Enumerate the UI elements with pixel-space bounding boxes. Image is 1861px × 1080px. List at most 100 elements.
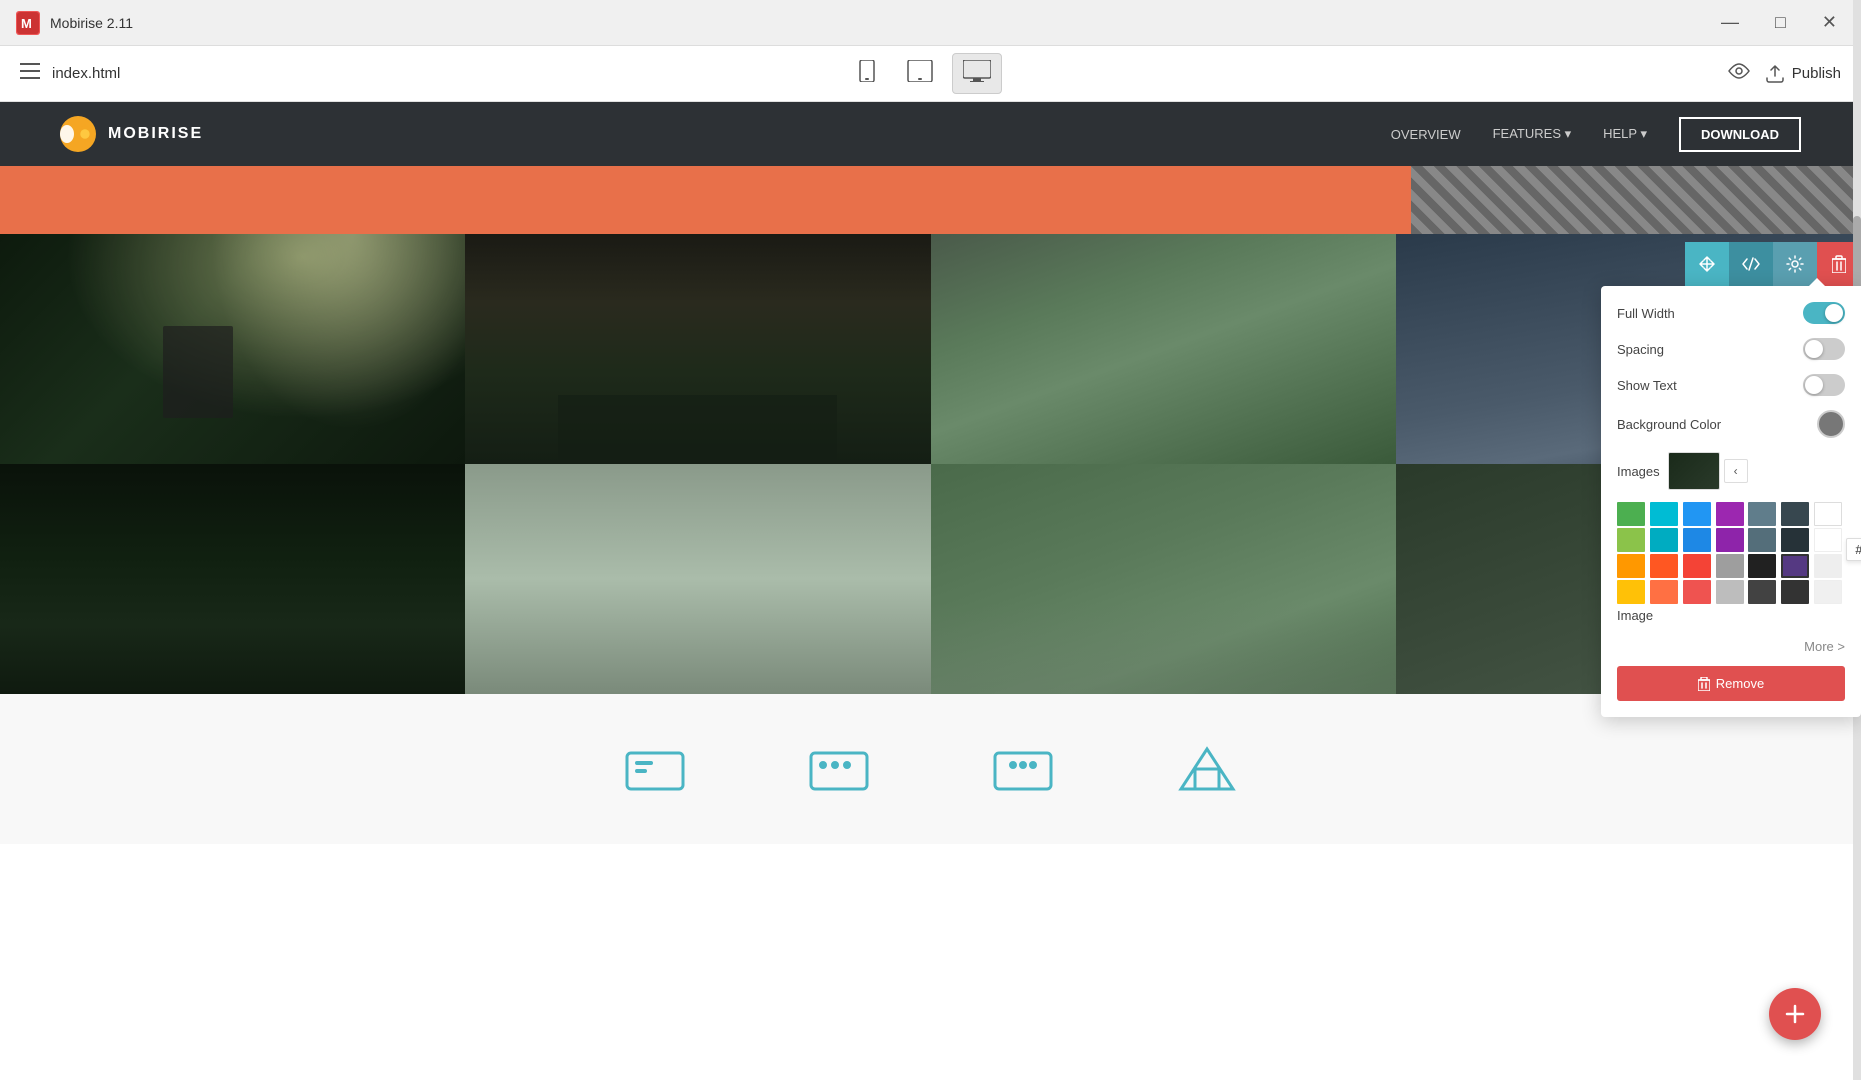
add-block-button[interactable]	[1769, 988, 1821, 1040]
nav-link-overview[interactable]: OVERVIEW	[1391, 127, 1461, 142]
app-title: Mobirise 2.11	[50, 15, 133, 31]
desktop-view-button[interactable]	[952, 53, 1002, 94]
bg-color-swatch[interactable]	[1817, 410, 1845, 438]
preview-button[interactable]	[1728, 62, 1750, 85]
filename-label: index.html	[52, 65, 120, 82]
spacing-label: Spacing	[1617, 342, 1664, 357]
color-swatch[interactable]	[1748, 580, 1776, 604]
show-text-toggle[interactable]	[1803, 374, 1845, 396]
color-swatch[interactable]	[1716, 528, 1744, 552]
gallery-cell-6	[465, 464, 930, 694]
color-swatch[interactable]	[1617, 580, 1645, 604]
nav-link-features[interactable]: FEATURES ▾	[1493, 126, 1572, 142]
orange-section	[0, 166, 1861, 234]
gallery-grid	[0, 234, 1861, 694]
color-swatch[interactable]	[1716, 502, 1744, 526]
site-navbar: MOBIRISE OVERVIEW FEATURES ▾ HELP ▾ DOWN…	[0, 102, 1861, 166]
icon-item-4	[1175, 745, 1239, 793]
color-swatch[interactable]	[1781, 580, 1809, 604]
color-swatch[interactable]	[1781, 502, 1809, 526]
color-swatch[interactable]	[1650, 502, 1678, 526]
image-prev-button[interactable]: ‹	[1724, 459, 1748, 483]
more-link[interactable]: More >	[1617, 639, 1845, 654]
nav-link-help[interactable]: HELP ▾	[1603, 126, 1647, 142]
color-swatch[interactable]	[1814, 580, 1842, 604]
mobile-view-button[interactable]	[846, 53, 888, 94]
publish-button[interactable]: Publish	[1766, 65, 1841, 83]
svg-text:M: M	[21, 16, 32, 31]
color-swatch[interactable]	[1814, 528, 1842, 552]
color-swatch[interactable]	[1716, 554, 1744, 578]
full-width-toggle[interactable]	[1803, 302, 1845, 324]
color-swatch[interactable]	[1748, 502, 1776, 526]
color-swatch[interactable]	[1683, 502, 1711, 526]
spacing-toggle[interactable]	[1803, 338, 1845, 360]
color-swatch[interactable]	[1617, 554, 1645, 578]
color-swatch[interactable]	[1617, 502, 1645, 526]
show-text-label: Show Text	[1617, 378, 1677, 393]
icon-item-3	[991, 745, 1055, 793]
color-swatch[interactable]	[1683, 580, 1711, 604]
maximize-button[interactable]: □	[1767, 8, 1794, 37]
toolbar: index.html Publish	[0, 46, 1861, 102]
image-label-row: Image	[1617, 608, 1845, 623]
color-swatch[interactable]	[1814, 554, 1842, 578]
remove-label: Remove	[1716, 676, 1764, 691]
bg-color-row: Background Color	[1617, 410, 1845, 438]
color-hex-popup: #553982	[1846, 538, 1861, 561]
gallery-cell-5	[0, 464, 465, 694]
spacing-row: Spacing	[1617, 338, 1845, 360]
color-swatch[interactable]	[1814, 502, 1842, 526]
bg-color-label: Background Color	[1617, 417, 1721, 432]
color-swatch[interactable]	[1650, 554, 1678, 578]
full-width-label: Full Width	[1617, 306, 1675, 321]
color-swatch[interactable]	[1748, 528, 1776, 552]
full-width-row: Full Width	[1617, 302, 1845, 324]
block-arrows-button[interactable]	[1685, 242, 1729, 286]
gallery-cell-1	[0, 234, 465, 464]
gallery-section: Full Width Spacing Show Text Background …	[0, 234, 1861, 694]
hex-value: #553982	[1855, 542, 1861, 557]
remove-button[interactable]: Remove	[1617, 666, 1845, 701]
tablet-view-button[interactable]	[896, 53, 944, 94]
icon-item-2	[807, 745, 871, 793]
site-logo-icon	[60, 116, 96, 152]
block-code-button[interactable]	[1729, 242, 1773, 286]
color-swatch[interactable]	[1781, 528, 1809, 552]
app-logo: M	[16, 11, 40, 35]
nav-download-button[interactable]: DOWNLOAD	[1679, 117, 1801, 152]
panel-arrow	[1809, 278, 1825, 286]
gallery-cell-3	[931, 234, 1396, 464]
minimize-button[interactable]: —	[1713, 8, 1747, 37]
color-swatch[interactable]	[1716, 580, 1744, 604]
color-swatch-selected[interactable]	[1781, 554, 1809, 578]
hamburger-button[interactable]	[20, 62, 40, 85]
show-text-row: Show Text	[1617, 374, 1845, 396]
color-swatch[interactable]	[1683, 554, 1711, 578]
site-nav: OVERVIEW FEATURES ▾ HELP ▾ DOWNLOAD	[1391, 117, 1801, 152]
block-toolbar	[1685, 242, 1861, 286]
window-controls: — □ ✕	[1713, 8, 1845, 37]
gallery-cell-7	[931, 464, 1396, 694]
image-thumbnail[interactable]	[1668, 452, 1720, 490]
color-swatch[interactable]	[1683, 528, 1711, 552]
publish-label: Publish	[1792, 65, 1841, 82]
site-logo: MOBIRISE	[60, 116, 203, 152]
color-swatch[interactable]	[1617, 528, 1645, 552]
color-swatch[interactable]	[1650, 580, 1678, 604]
gallery-cell-2	[465, 234, 930, 464]
title-bar: M Mobirise 2.11 — □ ✕	[0, 0, 1861, 46]
color-swatch[interactable]	[1650, 528, 1678, 552]
color-picker-wrapper: #553982	[1617, 502, 1845, 604]
bottom-section	[0, 694, 1861, 844]
icon-item-1	[623, 745, 687, 793]
images-label: Images	[1617, 464, 1660, 479]
color-grid	[1617, 502, 1845, 604]
images-row: Images ‹	[1617, 452, 1845, 490]
image-label: Image	[1617, 608, 1653, 623]
settings-panel: Full Width Spacing Show Text Background …	[1601, 286, 1861, 717]
color-swatch[interactable]	[1748, 554, 1776, 578]
close-button[interactable]: ✕	[1814, 8, 1845, 37]
site-logo-text: MOBIRISE	[108, 125, 203, 143]
view-switcher	[846, 53, 1002, 94]
